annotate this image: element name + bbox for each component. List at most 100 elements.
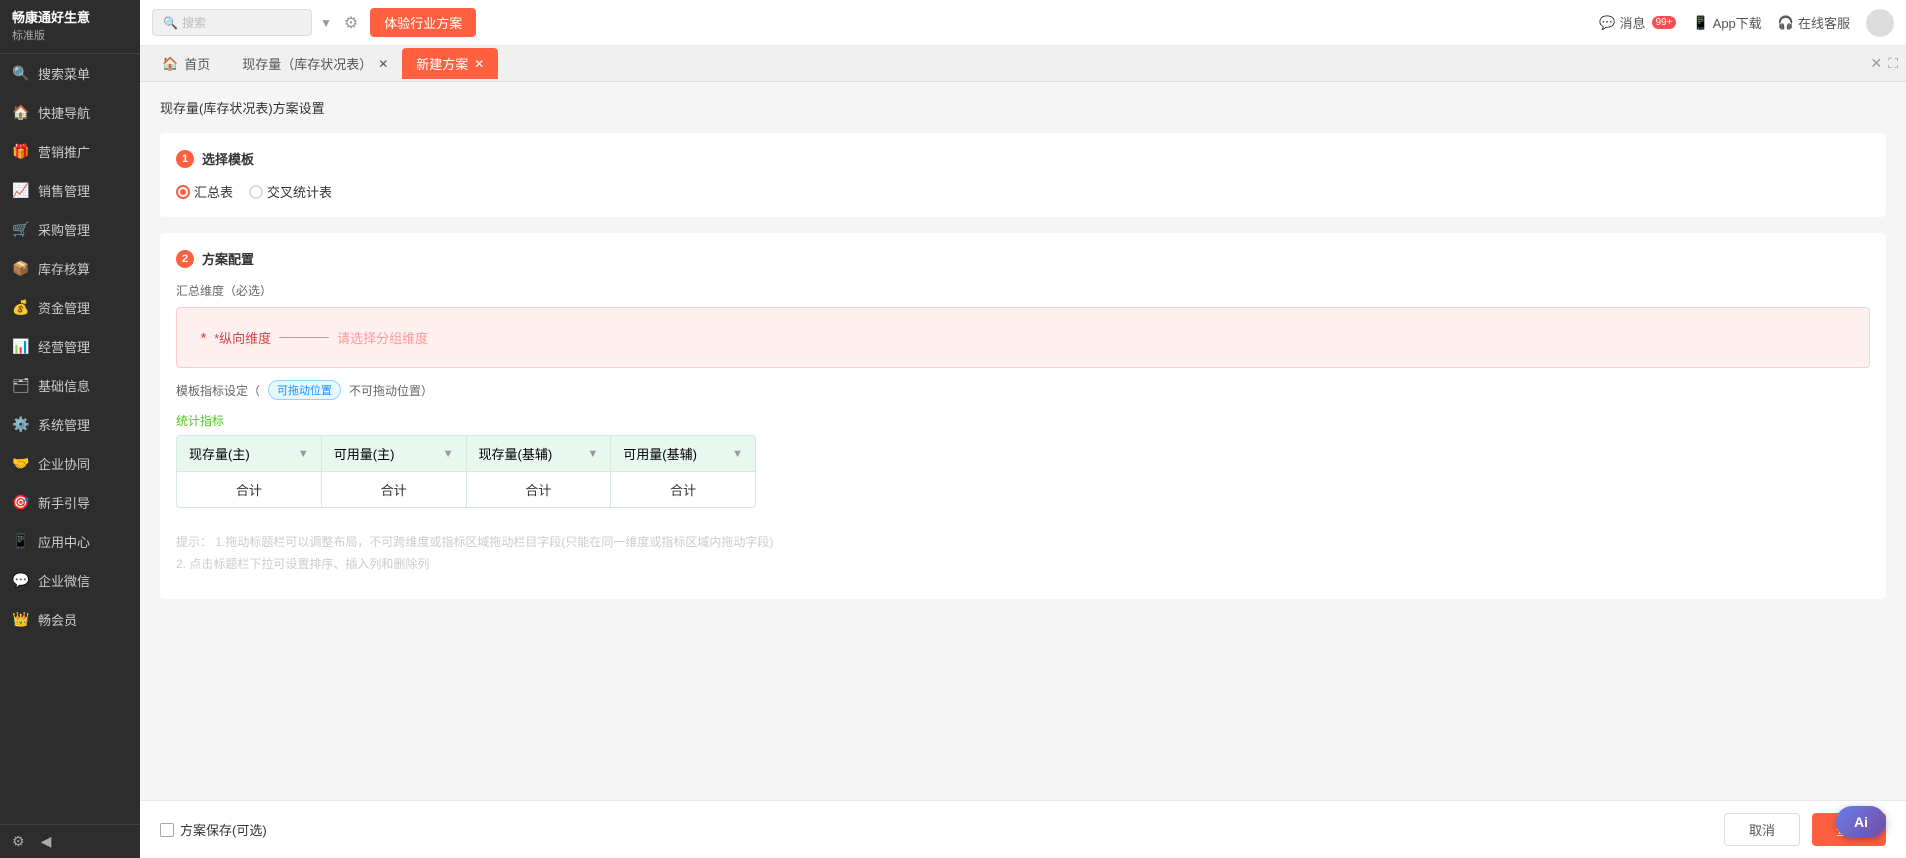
message-icon: 💬 bbox=[1599, 15, 1615, 31]
tip-2: 2. 点击标题栏下拉可设置排序、插入列和删除列 bbox=[176, 554, 1870, 576]
dropdown-arrow[interactable]: ▼ bbox=[320, 16, 332, 30]
footer: 方案保存(可选) 取消 查询 bbox=[140, 800, 1906, 858]
col-label-2: 现存量(基辅) bbox=[479, 444, 553, 463]
indicator-section: 统计指标 现存量(主) ▼ 可用量(主) ▼ 现存量(基辅) bbox=[176, 412, 1870, 508]
step1-header: 1 选择模板 bbox=[176, 149, 1870, 168]
sidebar-label-operations: 经营管理 bbox=[38, 337, 90, 356]
sidebar-label-apps: 应用中心 bbox=[38, 532, 90, 551]
tips-section: 提示： 1.拖动标题栏可以调整布局，不可跨维度或指标区域拖动栏目字段(只能在同一… bbox=[176, 524, 1870, 583]
tab-new-plan-close[interactable]: ✕ bbox=[474, 57, 484, 71]
sidebar-item-system[interactable]: ⚙️ 系统管理 bbox=[0, 405, 140, 444]
sidebar-label-system: 系统管理 bbox=[38, 415, 90, 434]
close-panel-icon[interactable]: ✕ bbox=[1870, 55, 1882, 72]
sidebar-item-contract[interactable]: 🤝 企业协同 bbox=[0, 444, 140, 483]
sidebar-label-finance: 资金管理 bbox=[38, 298, 90, 317]
vertical-dimension-label: *纵向维度 bbox=[214, 328, 271, 347]
messages-item[interactable]: 💬 消息 99+ bbox=[1599, 13, 1676, 32]
messages-badge: 99+ bbox=[1652, 16, 1677, 29]
sidebar-icon-search-menu: 🔍 bbox=[12, 64, 30, 82]
radio-summary-dot bbox=[176, 185, 190, 199]
dimension-content: * *纵向维度 请选择分组维度 bbox=[201, 328, 1845, 347]
sidebar-item-shortcut[interactable]: 🏠 快捷导航 bbox=[0, 93, 140, 132]
step1-badge: 1 bbox=[176, 150, 194, 168]
radio-cross[interactable]: 交叉统计表 bbox=[249, 182, 332, 201]
sidebar-label-marketing: 营销推广 bbox=[38, 142, 90, 161]
cell-0: 合计 bbox=[177, 472, 322, 507]
collapse-icon[interactable]: ◀ bbox=[41, 833, 52, 850]
expand-panel-icon[interactable]: ⛶ bbox=[1888, 55, 1898, 72]
sidebar-icon-purchase: 🛒 bbox=[12, 220, 30, 238]
headset-icon: 🎧 bbox=[1778, 15, 1794, 31]
tab-home[interactable]: 🏠 首页 bbox=[148, 48, 224, 79]
sidebar-item-newbie[interactable]: 🎯 新手引导 bbox=[0, 483, 140, 522]
search-icon: 🔍 bbox=[163, 16, 178, 30]
col-header-3[interactable]: 可用量(基辅) ▼ bbox=[611, 436, 755, 471]
sidebar-label-basic: 基础信息 bbox=[38, 376, 90, 395]
app-title: 畅康通好生意 bbox=[12, 10, 128, 27]
sidebar-label-shortcut: 快捷导航 bbox=[38, 103, 90, 122]
sidebar-item-apps[interactable]: 📱 应用中心 bbox=[0, 522, 140, 561]
tab-inventory-status[interactable]: 现存量（库存状况表） ✕ bbox=[228, 48, 402, 79]
cancel-button[interactable]: 取消 bbox=[1724, 813, 1800, 846]
sidebar-icon-finance: 💰 bbox=[12, 298, 30, 316]
col-chevron-0[interactable]: ▼ bbox=[298, 448, 309, 460]
sidebar-item-purchase[interactable]: 🛒 采购管理 bbox=[0, 210, 140, 249]
sidebar-icon-member: 👑 bbox=[12, 610, 30, 628]
search-box[interactable]: 🔍 搜索 bbox=[152, 9, 312, 36]
sidebar-icon-contract: 🤝 bbox=[12, 454, 30, 472]
settings-icon[interactable]: ⚙ bbox=[12, 833, 25, 850]
sidebar-item-sales[interactable]: 📈 销售管理 bbox=[0, 171, 140, 210]
radio-summary[interactable]: 汇总表 bbox=[176, 182, 233, 201]
radio-summary-label: 汇总表 bbox=[194, 182, 233, 201]
ai-button[interactable]: Ai bbox=[1836, 806, 1886, 838]
tab-inventory-close[interactable]: ✕ bbox=[378, 57, 388, 71]
tab-new-plan[interactable]: 新建方案 ✕ bbox=[402, 48, 498, 79]
sidebar-nav: 🔍 搜索菜单 🏠 快捷导航 🎁 营销推广 📈 销售管理 🛒 采购管理 📦 库存核… bbox=[0, 54, 140, 824]
col-chevron-2[interactable]: ▼ bbox=[587, 448, 598, 460]
save-label: 方案保存(可选) bbox=[180, 820, 267, 839]
sidebar-item-inventory[interactable]: 📦 库存核算 bbox=[0, 249, 140, 288]
cell-3: 合计 bbox=[611, 472, 755, 507]
col-header-0[interactable]: 现存量(主) ▼ bbox=[177, 436, 322, 471]
trial-button[interactable]: 体验行业方案 bbox=[370, 8, 476, 37]
sidebar-item-operations[interactable]: 📊 经营管理 bbox=[0, 327, 140, 366]
sidebar-item-finance[interactable]: 💰 资金管理 bbox=[0, 288, 140, 327]
sidebar-item-basic[interactable]: 🗂 基础信息 bbox=[0, 366, 140, 405]
non-draggable-text: 不可拖动位置） bbox=[349, 382, 433, 399]
sidebar-item-member[interactable]: 👑 畅会员 bbox=[0, 600, 140, 639]
app-download-item[interactable]: 📱 App下载 bbox=[1692, 13, 1761, 32]
save-checkbox[interactable] bbox=[160, 823, 174, 837]
sidebar-item-wechat[interactable]: 💬 企业微信 bbox=[0, 561, 140, 600]
sidebar-icon-operations: 📊 bbox=[12, 337, 30, 355]
topbar-right: 💬 消息 99+ 📱 App下载 🎧 在线客服 bbox=[1599, 9, 1894, 37]
sidebar-label-inventory: 库存核算 bbox=[38, 259, 90, 278]
col-header-1[interactable]: 可用量(主) ▼ bbox=[322, 436, 467, 471]
col-chevron-1[interactable]: ▼ bbox=[443, 448, 454, 460]
sidebar-label-purchase: 采购管理 bbox=[38, 220, 90, 239]
customer-service-item[interactable]: 🎧 在线客服 bbox=[1778, 13, 1850, 32]
template-radio-group: 汇总表 交叉统计表 bbox=[176, 182, 1870, 201]
sidebar-label-newbie: 新手引导 bbox=[38, 493, 90, 512]
sidebar-icon-system: ⚙️ bbox=[12, 415, 30, 433]
col-chevron-3[interactable]: ▼ bbox=[732, 448, 743, 460]
sidebar-icon-apps: 📱 bbox=[12, 532, 30, 550]
sidebar-item-search-menu[interactable]: 🔍 搜索菜单 bbox=[0, 54, 140, 93]
gear-icon[interactable]: ⚙ bbox=[344, 13, 358, 33]
step1-section: 1 选择模板 汇总表 交叉统计表 bbox=[160, 133, 1886, 217]
phone-icon: 📱 bbox=[1692, 15, 1708, 31]
sidebar-icon-inventory: 📦 bbox=[12, 259, 30, 277]
sidebar: 畅康通好生意 标准版 🔍 搜索菜单 🏠 快捷导航 🎁 营销推广 📈 销售管理 🛒… bbox=[0, 0, 140, 858]
topbar: 🔍 搜索 ▼ ⚙ 体验行业方案 💬 消息 99+ 📱 App下载 🎧 在线客服 bbox=[140, 0, 1906, 46]
user-avatar[interactable] bbox=[1866, 9, 1894, 37]
sidebar-icon-basic: 🗂 bbox=[12, 376, 30, 394]
col-label-0: 现存量(主) bbox=[189, 444, 250, 463]
col-header-2[interactable]: 现存量(基辅) ▼ bbox=[467, 436, 612, 471]
sidebar-item-marketing[interactable]: 🎁 营销推广 bbox=[0, 132, 140, 171]
sidebar-label-sales: 销售管理 bbox=[38, 181, 90, 200]
radio-cross-label: 交叉统计表 bbox=[267, 182, 332, 201]
sidebar-icon-marketing: 🎁 bbox=[12, 142, 30, 160]
dimension-selection-box[interactable]: * *纵向维度 请选择分组维度 bbox=[176, 307, 1870, 368]
radio-cross-dot bbox=[249, 185, 263, 199]
stats-table-row: 合计 合计 合计 合计 bbox=[177, 471, 755, 507]
sidebar-label-member: 畅会员 bbox=[38, 610, 77, 629]
